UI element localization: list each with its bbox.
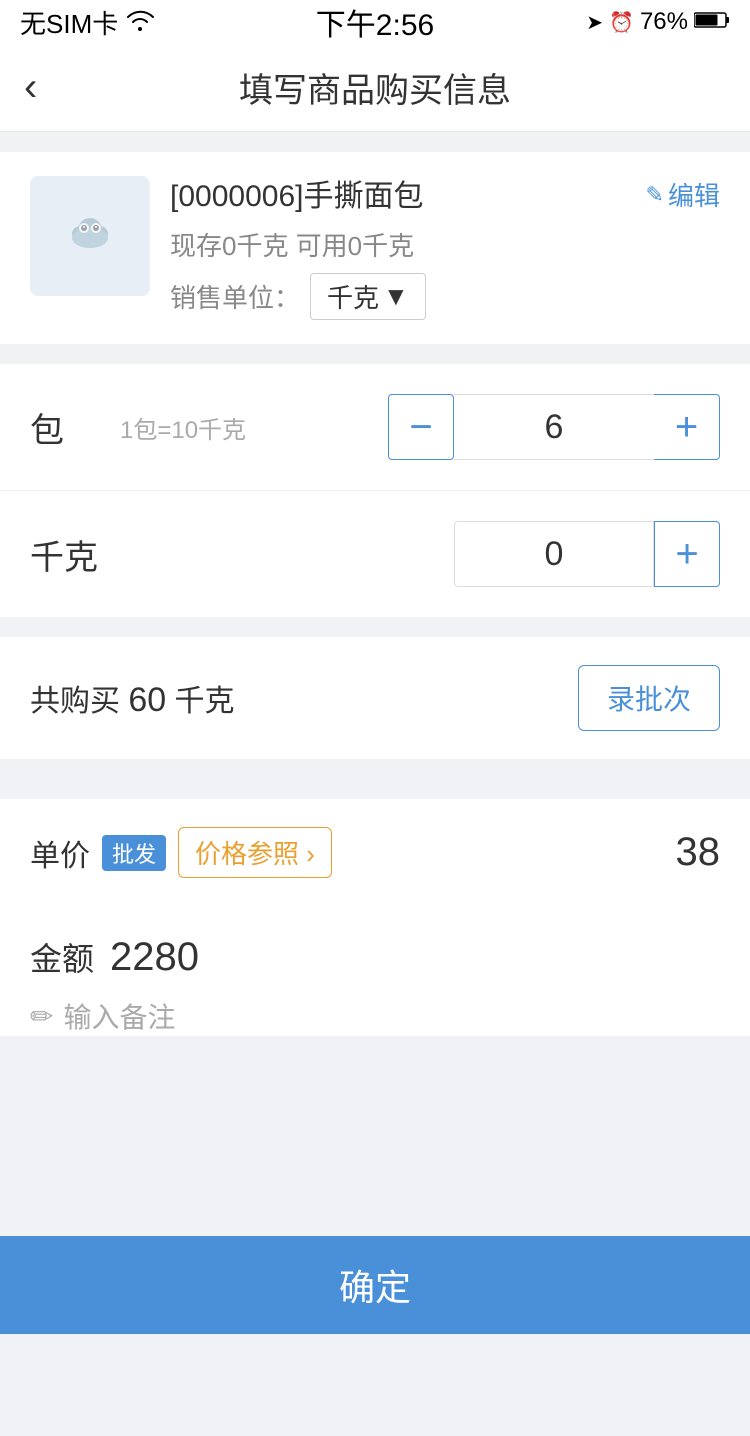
bao-row: 包 1包=10千克 − + <box>0 364 750 491</box>
back-button[interactable]: ‹ <box>24 65 37 110</box>
kg-input[interactable] <box>454 521 654 587</box>
carrier-text: 无SIM卡 <box>20 4 118 41</box>
confirm-button[interactable]: 确定 <box>0 1236 750 1334</box>
separator <box>0 759 750 779</box>
product-info: [0000006]手撕面包 现存0千克 可用0千克 销售单位： 千克 ▼ <box>170 176 720 320</box>
bao-decrement-button[interactable]: − <box>388 394 454 460</box>
unit-label: 销售单位： <box>170 278 300 315</box>
kg-increment-button[interactable]: + <box>654 521 720 587</box>
edit-icon: ✎ <box>646 182 664 208</box>
edit-button[interactable]: ✎ 编辑 <box>646 176 720 213</box>
confirm-label: 确定 <box>339 1259 411 1311</box>
amount-label: 金额 <box>30 934 94 980</box>
amount-value: 2280 <box>110 935 199 980</box>
battery-icon <box>694 8 730 36</box>
total-section: 共购买 60 千克 录批次 <box>0 637 750 759</box>
price-value: 38 <box>676 830 721 875</box>
note-placeholder: 输入备注 <box>63 996 175 1036</box>
status-carrier: 无SIM卡 <box>20 4 154 41</box>
status-right: ➤ ⏰ 76% <box>586 8 730 36</box>
unit-select[interactable]: 千克 ▼ <box>310 273 426 320</box>
bao-increment-button[interactable]: + <box>654 394 720 460</box>
pifa-tag: 批发 <box>102 835 166 871</box>
amount-row: 金额 2280 <box>30 934 720 980</box>
price-left: 单价 批发 价格参照 › <box>30 827 332 878</box>
kg-row: 千克 + <box>0 491 750 617</box>
batch-button[interactable]: 录批次 <box>578 665 720 731</box>
status-bar: 无SIM卡 下午2:56 ➤ ⏰ 76% <box>0 0 750 44</box>
price-section: 单价 批发 价格参照 › 38 <box>0 799 750 906</box>
product-image <box>30 176 150 296</box>
bao-input[interactable] <box>454 394 654 460</box>
price-label: 单价 <box>30 831 90 875</box>
location-icon: ➤ <box>586 10 603 35</box>
note-row[interactable]: ✏ 输入备注 <box>30 996 720 1036</box>
amount-section: 金额 2280 ✏ 输入备注 <box>0 906 750 1036</box>
price-ref-button[interactable]: 价格参照 › <box>178 827 332 878</box>
pencil-icon: ✏ <box>30 1000 53 1033</box>
quantity-section: 包 1包=10千克 − + 千克 + <box>0 364 750 617</box>
battery-text: 76% <box>640 8 688 36</box>
kg-label: 千克 <box>30 530 110 579</box>
product-card: [0000006]手撕面包 现存0千克 可用0千克 销售单位： 千克 ▼ ✎ 编… <box>0 152 750 344</box>
total-quantity: 60 <box>128 681 166 719</box>
product-unit-row: 销售单位： 千克 ▼ <box>170 273 720 320</box>
nav-bar: ‹ 填写商品购买信息 <box>0 44 750 132</box>
wifi-icon <box>126 7 154 38</box>
kg-controls: + <box>454 521 720 587</box>
bao-controls: − + <box>388 394 720 460</box>
bao-label: 包 <box>30 403 110 452</box>
page-title: 填写商品购买信息 <box>239 63 511 112</box>
status-time: 下午2:56 <box>316 0 434 44</box>
alarm-icon: ⏰ <box>609 10 634 35</box>
product-name: [0000006]手撕面包 <box>170 176 720 218</box>
bao-sublabel: 1包=10千克 <box>120 410 246 445</box>
product-stock: 现存0千克 可用0千克 <box>170 226 720 263</box>
chevron-down-icon: ▼ <box>383 281 409 312</box>
total-text: 共购买 60 千克 <box>30 676 235 720</box>
